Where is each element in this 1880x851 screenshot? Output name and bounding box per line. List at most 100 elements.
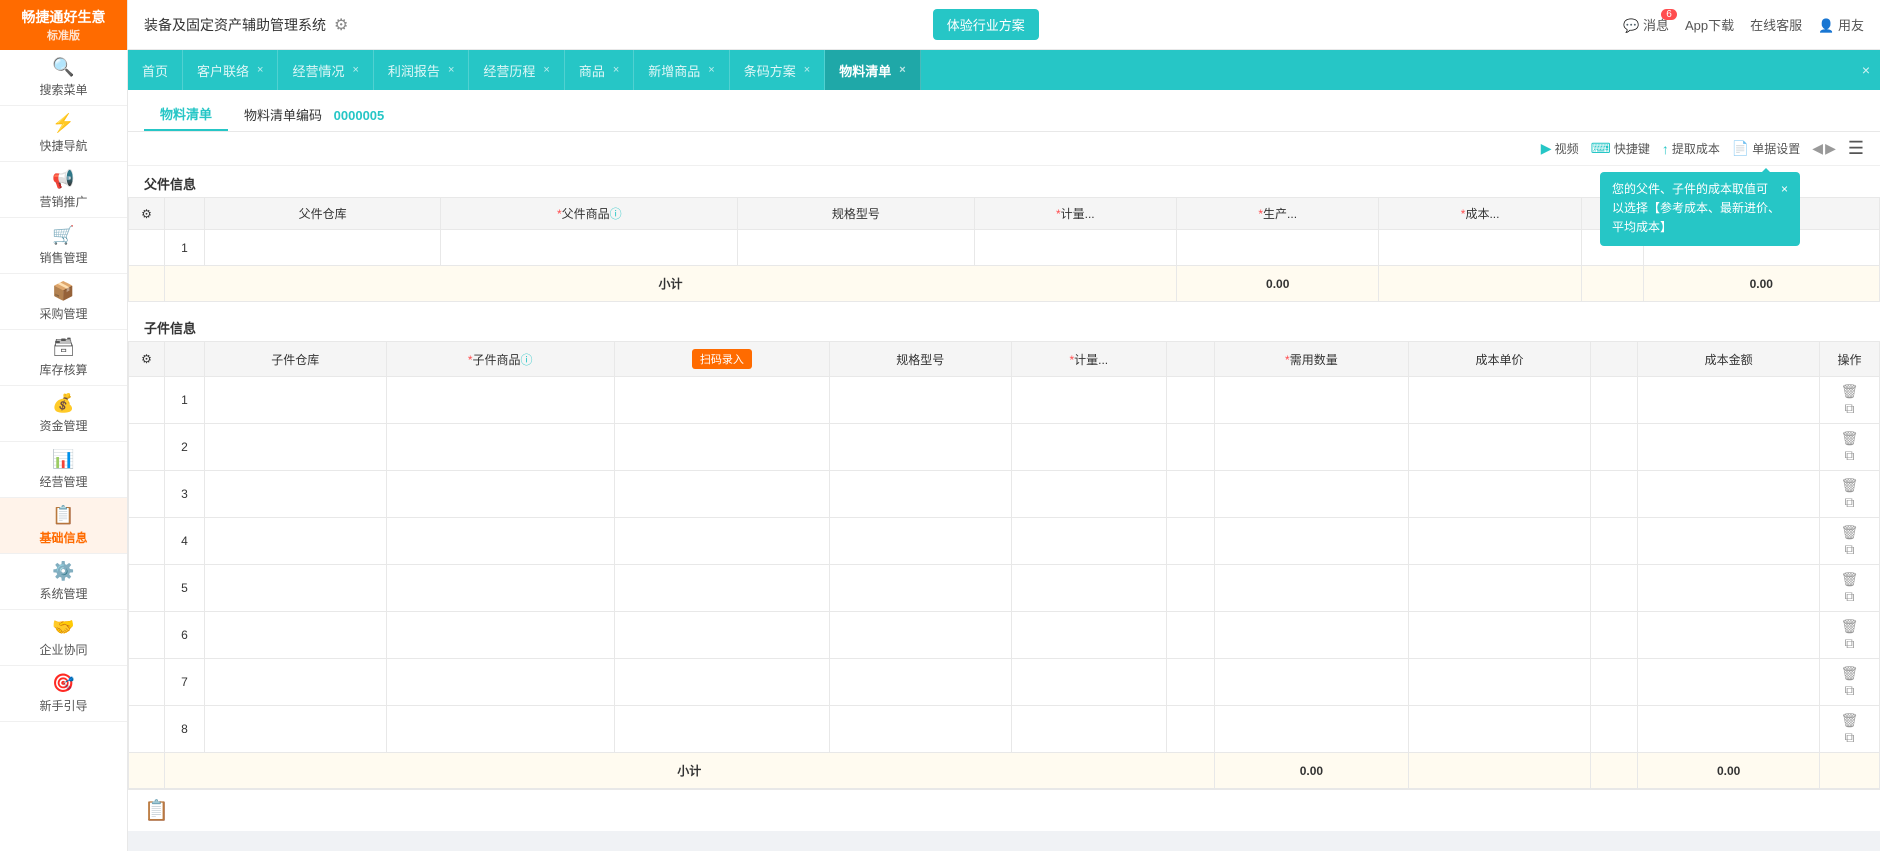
child-row7-unit-cost[interactable] (1409, 659, 1591, 706)
sidebar-item-marketing[interactable]: 📢营销推广 (0, 162, 127, 218)
parent-row1-spec[interactable] (738, 230, 974, 266)
parent-row1-cost[interactable] (1379, 230, 1581, 266)
child-row4-unit[interactable] (1011, 518, 1167, 565)
child-row5-req-qty[interactable] (1214, 565, 1409, 612)
child-row2-warehouse[interactable] (205, 424, 387, 471)
child-row8-spec[interactable] (829, 706, 1011, 753)
child-row5-product[interactable] (386, 565, 614, 612)
tab-close[interactable]: × (899, 64, 905, 76)
nav-prev[interactable]: ◀ (1812, 140, 1823, 157)
tab-经营情况[interactable]: 经营情况× (278, 50, 373, 90)
child-row2-unit[interactable] (1011, 424, 1167, 471)
child-row4-warehouse[interactable] (205, 518, 387, 565)
child-row3-unit[interactable] (1011, 471, 1167, 518)
menu-icon[interactable]: ☰ (1848, 138, 1864, 159)
settings-icon[interactable]: ⚙ (334, 15, 348, 35)
tab-物料清单[interactable]: 物料清单× (825, 50, 920, 90)
sidebar-item-guide[interactable]: 🎯新手引导 (0, 666, 127, 722)
user-avatar[interactable]: 👤 用友 (1818, 15, 1864, 34)
sidebar-item-sales[interactable]: 🛒销售管理 (0, 218, 127, 274)
child-row2-spec[interactable] (829, 424, 1011, 471)
child-row3-spec[interactable] (829, 471, 1011, 518)
sidebar-item-enterprise[interactable]: 🤝企业协同 (0, 610, 127, 666)
child-col-scan[interactable]: 扫码录入 (614, 342, 829, 377)
child-row5-spec[interactable] (829, 565, 1011, 612)
extract-cost-button[interactable]: ↑ 提取成本 (1662, 140, 1720, 157)
parent-col-settings[interactable]: ⚙ (129, 198, 165, 230)
tab-close[interactable]: × (613, 64, 619, 76)
sidebar-item-system[interactable]: ⚙️系统管理 (0, 554, 127, 610)
online-service[interactable]: 在线客服 (1750, 15, 1802, 34)
child-row1-unit-cost[interactable] (1409, 377, 1591, 424)
child-row7-spec[interactable] (829, 659, 1011, 706)
close-all-tabs[interactable]: × (1852, 62, 1880, 78)
child-row5-unit[interactable] (1011, 565, 1167, 612)
child-col-settings[interactable]: ⚙ (129, 342, 165, 377)
app-download[interactable]: App下载 (1685, 15, 1734, 34)
child-row3-delete-icon[interactable]: 🗑 (1838, 477, 1862, 493)
tab-利润报告[interactable]: 利润报告× (374, 50, 469, 90)
child-row7-req-qty[interactable] (1214, 659, 1409, 706)
child-row4-delete-icon[interactable]: 🗑 (1838, 524, 1862, 540)
child-row2-product[interactable] (386, 424, 614, 471)
child-row3-unit-cost[interactable] (1409, 471, 1591, 518)
child-row2-unit-cost[interactable] (1409, 424, 1591, 471)
parent-row1-warehouse[interactable] (205, 230, 441, 266)
child-row5-warehouse[interactable] (205, 565, 387, 612)
child-row1-unit[interactable] (1011, 377, 1167, 424)
child-row6-warehouse[interactable] (205, 612, 387, 659)
child-row6-unit-cost[interactable] (1409, 612, 1591, 659)
child-row5-copy-icon[interactable]: ⧉ (1842, 588, 1858, 604)
sidebar-item-basic-info[interactable]: 📋基础信息 (0, 498, 127, 554)
child-row8-delete-icon[interactable]: 🗑 (1838, 712, 1862, 728)
child-row4-req-qty[interactable] (1214, 518, 1409, 565)
tab-close[interactable]: × (804, 64, 810, 76)
sub-tab-material-list[interactable]: 物料清单 (144, 98, 228, 131)
child-row3-copy-icon[interactable]: ⧉ (1842, 494, 1858, 510)
child-row3-warehouse[interactable] (205, 471, 387, 518)
parent-row1-product[interactable] (441, 230, 738, 266)
child-row8-req-qty[interactable] (1214, 706, 1409, 753)
child-row8-copy-icon[interactable]: ⧉ (1842, 729, 1858, 745)
child-row2-delete-icon[interactable]: 🗑 (1838, 430, 1862, 446)
sidebar-item-operations[interactable]: 📊经营管理 (0, 442, 127, 498)
child-row7-delete-icon[interactable]: 🗑 (1838, 665, 1862, 681)
child-row2-req-qty[interactable] (1214, 424, 1409, 471)
shortcut-button[interactable]: ⌨ 快捷键 (1591, 140, 1650, 157)
parent-row1-production[interactable] (1177, 230, 1379, 266)
tooltip-close[interactable]: × (1781, 180, 1788, 199)
tab-首页[interactable]: 首页 (128, 50, 183, 90)
child-row6-copy-icon[interactable]: ⧉ (1842, 635, 1858, 651)
child-row6-product[interactable] (386, 612, 614, 659)
child-row7-warehouse[interactable] (205, 659, 387, 706)
child-row5-unit-cost[interactable] (1409, 565, 1591, 612)
child-row7-copy-icon[interactable]: ⧉ (1842, 682, 1858, 698)
try-button[interactable]: 体验行业方案 (933, 9, 1039, 40)
child-row5-delete-icon[interactable]: 🗑 (1838, 571, 1862, 587)
child-row3-req-qty[interactable] (1214, 471, 1409, 518)
tab-close[interactable]: × (543, 64, 549, 76)
child-row6-spec[interactable] (829, 612, 1011, 659)
tab-商品[interactable]: 商品× (565, 50, 634, 90)
parent-row1-unit[interactable] (974, 230, 1176, 266)
child-row8-warehouse[interactable] (205, 706, 387, 753)
child-row7-product[interactable] (386, 659, 614, 706)
tab-close[interactable]: × (708, 64, 714, 76)
child-row1-warehouse[interactable] (205, 377, 387, 424)
tab-close[interactable]: × (352, 64, 358, 76)
child-row6-unit[interactable] (1011, 612, 1167, 659)
child-row4-copy-icon[interactable]: ⧉ (1842, 541, 1858, 557)
child-row3-product[interactable] (386, 471, 614, 518)
child-row8-unit-cost[interactable] (1409, 706, 1591, 753)
message-wrapper[interactable]: 💬 6 消息 (1623, 15, 1669, 34)
bottom-add-icon[interactable]: 📋 (144, 798, 169, 823)
tab-新增商品[interactable]: 新增商品× (634, 50, 729, 90)
child-row1-spec[interactable] (829, 377, 1011, 424)
sidebar-item-search[interactable]: 🔍搜索菜单 (0, 50, 127, 106)
child-row6-delete-icon[interactable]: 🗑 (1838, 618, 1862, 634)
tab-close[interactable]: × (257, 64, 263, 76)
view-button[interactable]: ▶ 视频 (1541, 140, 1579, 157)
child-row4-spec[interactable] (829, 518, 1011, 565)
child-row1-delete-icon[interactable]: 🗑 (1838, 383, 1862, 399)
tab-客户联络[interactable]: 客户联络× (183, 50, 278, 90)
